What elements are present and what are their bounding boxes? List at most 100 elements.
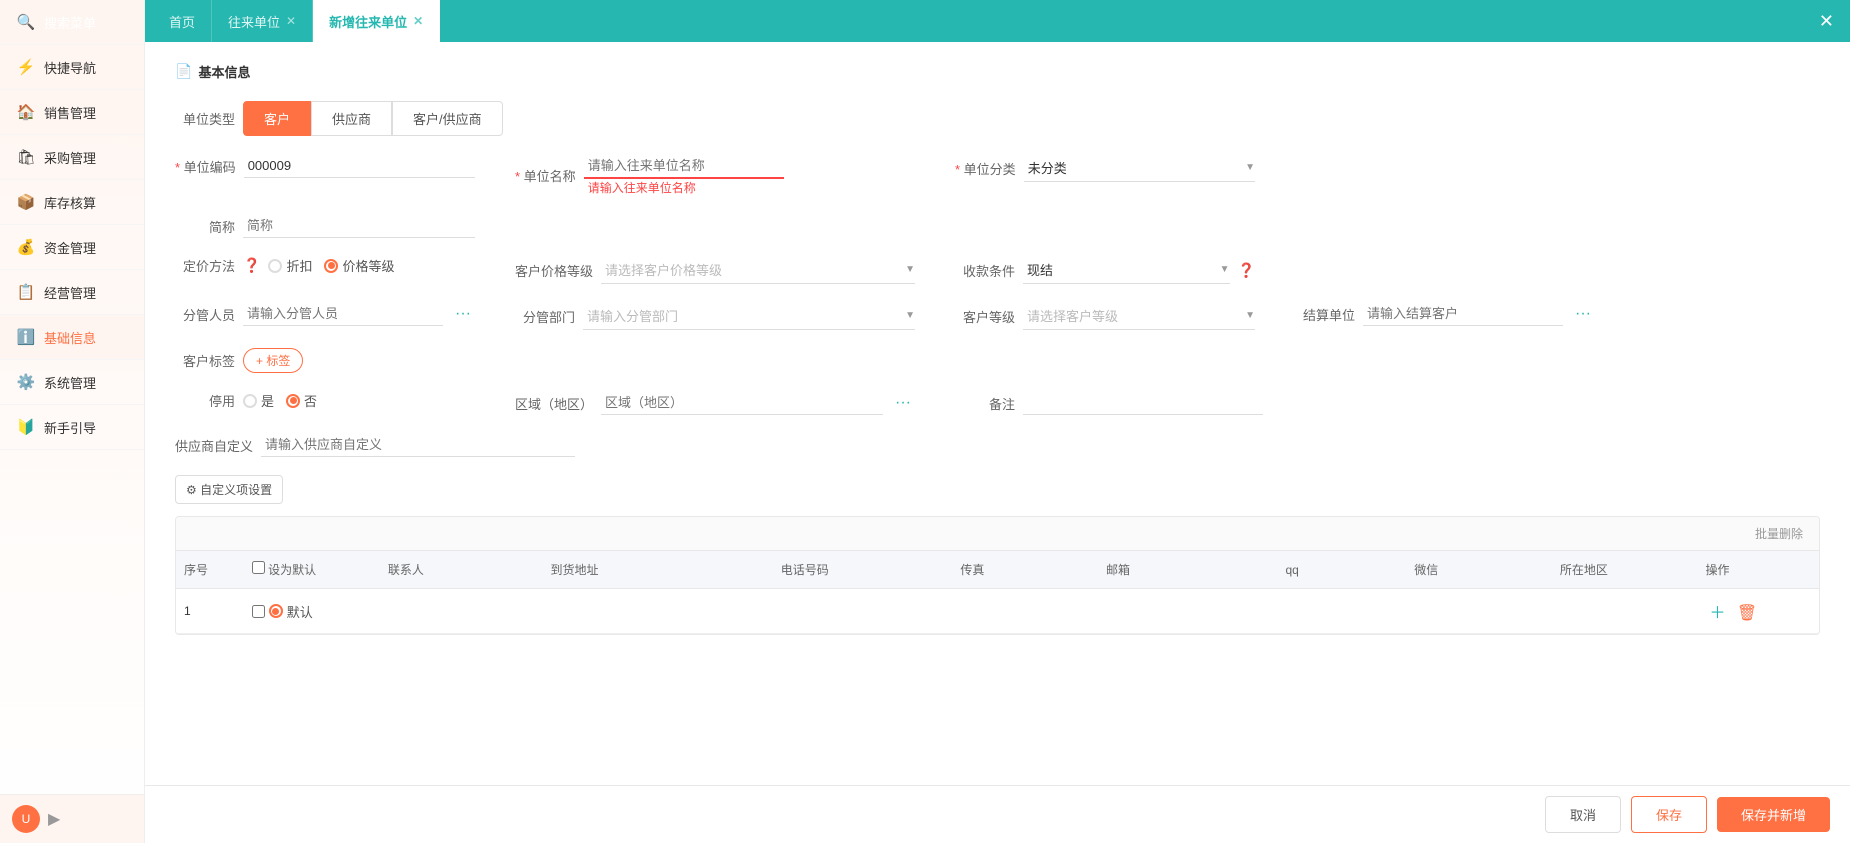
pricing-level-option[interactable]: 价格等级 <box>324 256 394 275</box>
save-button[interactable]: 保存 <box>1631 796 1707 833</box>
customer-tag-field: 客户标签 + 标签 <box>175 348 475 373</box>
payment-terms-help-icon[interactable]: ❓ <box>1238 262 1255 279</box>
supplier-custom-input[interactable] <box>261 433 575 457</box>
row-qq-input[interactable] <box>1286 604 1346 619</box>
contact-table: 序号 设为默认 联系人 到货地址 电话号码 传真 邮箱 qq 微信 所在地区 操… <box>176 551 1819 634</box>
row-wechat[interactable] <box>1406 589 1552 634</box>
customer-level-select[interactable]: 请选择客户等级 ▼ <box>1023 302 1255 330</box>
pricing-help-icon[interactable]: ❓ <box>243 257 260 274</box>
sidebar-item-search[interactable]: 🔍 搜索菜单 <box>0 0 144 45</box>
window-close-button[interactable]: ✕ <box>1811 11 1842 32</box>
unit-category-value: 未分类 <box>1024 154 1245 181</box>
unit-name-field: 单位名称 请输入往来单位名称 <box>515 154 915 196</box>
row-default-radio <box>269 604 283 618</box>
remark-label: 备注 <box>955 394 1015 413</box>
row-fax-input[interactable] <box>960 604 1030 619</box>
row-wechat-input[interactable] <box>1414 604 1484 619</box>
sidebar: 🔍 搜索菜单 ⚡ 快捷导航 🏠 销售管理 🛍 采购管理 📦 库存核算 💰 资金管… <box>0 0 145 843</box>
category-dropdown-icon: ▼ <box>1245 162 1255 173</box>
settlement-unit-more-btn[interactable]: ··· <box>1571 305 1595 323</box>
sidebar-item-purchase[interactable]: 🛍 采购管理 <box>0 135 144 180</box>
row-checkbox[interactable] <box>252 605 265 618</box>
disabled-yes-option[interactable]: 是 <box>243 391 274 410</box>
row-actions: ＋ 🗑 <box>1698 589 1819 634</box>
sidebar-item-finance[interactable]: 💰 资金管理 <box>0 225 144 270</box>
row-region[interactable] <box>1552 589 1698 634</box>
cancel-button[interactable]: 取消 <box>1545 796 1621 833</box>
sidebar-item-inventory[interactable]: 📦 库存核算 <box>0 180 144 225</box>
row-fax[interactable] <box>952 589 1098 634</box>
tab-bar: 首页 往来单位 ✕ 新增往来单位 ✕ ✕ <box>145 0 1850 42</box>
row-contact-input[interactable] <box>388 604 468 619</box>
region-input[interactable] <box>601 391 883 415</box>
row-address-input[interactable] <box>550 604 670 619</box>
unit-category-select[interactable]: 未分类 ▼ <box>1024 154 1255 182</box>
money-icon: 💰 <box>16 237 36 257</box>
add-tag-button[interactable]: + 标签 <box>243 348 303 373</box>
region-more-btn[interactable]: ··· <box>891 394 915 412</box>
unit-name-input[interactable] <box>584 154 784 179</box>
unit-name-label: 单位名称 <box>515 166 576 185</box>
unit-code-input[interactable] <box>244 154 475 178</box>
tab-partner-list-close[interactable]: ✕ <box>286 14 296 28</box>
settlement-unit-input[interactable] <box>1363 302 1563 326</box>
short-name-input[interactable] <box>243 214 475 238</box>
department-field: 分管部门 请输入分管部门 ▼ <box>515 302 915 330</box>
region-field: 区域（地区） ··· <box>515 391 915 415</box>
footer-bar: 取消 保存 保存并新增 <box>145 785 1850 843</box>
batch-delete-button[interactable]: 批量删除 <box>1755 525 1803 542</box>
row-email-input[interactable] <box>1106 604 1196 619</box>
type-btn-supplier[interactable]: 供应商 <box>311 101 392 136</box>
customer-price-level-placeholder: 请选择客户价格等级 <box>601 256 905 283</box>
sidebar-bottom: U ▶ <box>0 794 144 843</box>
payment-terms-dropdown-icon: ▼ <box>1220 264 1230 275</box>
save-new-button[interactable]: 保存并新增 <box>1717 797 1830 832</box>
sidebar-item-system-label: 系统管理 <box>44 373 96 392</box>
row-contact[interactable] <box>380 589 543 634</box>
tab-add-partner-close[interactable]: ✕ <box>413 14 423 28</box>
tab-add-partner[interactable]: 新增往来单位 ✕ <box>313 0 440 42</box>
new-icon: 🔰 <box>16 417 36 437</box>
row-email[interactable] <box>1098 589 1278 634</box>
delete-row-button[interactable]: 🗑 <box>1733 605 1761 622</box>
sidebar-item-sales[interactable]: 🏠 销售管理 <box>0 90 144 135</box>
col-region: 所在地区 <box>1552 551 1698 589</box>
unit-type-row: 单位类型 客户 供应商 客户/供应商 <box>175 101 1820 136</box>
sidebar-item-operations[interactable]: 📋 经营管理 <box>0 270 144 315</box>
row-address[interactable] <box>542 589 772 634</box>
remark-input[interactable] <box>1023 391 1263 415</box>
disabled-label: 停用 <box>175 391 235 410</box>
sidebar-item-beginner[interactable]: 🔰 新手引导 <box>0 405 144 450</box>
select-all-checkbox[interactable] <box>252 561 265 574</box>
row-default-radio-item[interactable]: 默认 <box>269 602 313 621</box>
tab-home[interactable]: 首页 <box>153 0 212 42</box>
sidebar-item-search-label: 搜索菜单 <box>44 13 96 32</box>
row-phone-input[interactable] <box>781 604 871 619</box>
tab-partner-list[interactable]: 往来单位 ✕ <box>212 0 313 42</box>
type-btn-both[interactable]: 客户/供应商 <box>392 101 503 136</box>
house-icon: 🏠 <box>16 102 36 122</box>
col-seq: 序号 <box>176 551 244 589</box>
sidebar-item-system[interactable]: ⚙️ 系统管理 <box>0 360 144 405</box>
payment-terms-select[interactable]: 现结 ▼ <box>1023 256 1230 284</box>
supplier-custom-field: 供应商自定义 <box>175 433 575 457</box>
row-region-input[interactable] <box>1560 604 1630 619</box>
sidebar-item-basic-info[interactable]: ℹ️ 基础信息 <box>0 315 144 360</box>
manager-input[interactable] <box>243 302 443 326</box>
department-select[interactable]: 请输入分管部门 ▼ <box>583 302 915 330</box>
sidebar-item-operations-label: 经营管理 <box>44 283 96 302</box>
row-qq[interactable] <box>1278 589 1407 634</box>
unit-code-field: 单位编码 <box>175 154 475 178</box>
type-btn-customer[interactable]: 客户 <box>243 101 311 136</box>
custom-settings-button[interactable]: ⚙ 自定义项设置 <box>175 475 283 504</box>
manager-more-btn[interactable]: ··· <box>451 305 475 323</box>
disabled-no-option[interactable]: 否 <box>286 391 317 410</box>
sidebar-item-quick-nav[interactable]: ⚡ 快捷导航 <box>0 45 144 90</box>
sidebar-item-sales-label: 销售管理 <box>44 103 96 122</box>
customer-price-level-select[interactable]: 请选择客户价格等级 ▼ <box>601 256 915 284</box>
pricing-discount-option[interactable]: 折扣 <box>268 256 312 275</box>
search-icon: 🔍 <box>16 12 36 32</box>
add-row-button[interactable]: ＋ <box>1706 605 1730 622</box>
row-phone[interactable] <box>773 589 953 634</box>
col-phone: 电话号码 <box>773 551 953 589</box>
